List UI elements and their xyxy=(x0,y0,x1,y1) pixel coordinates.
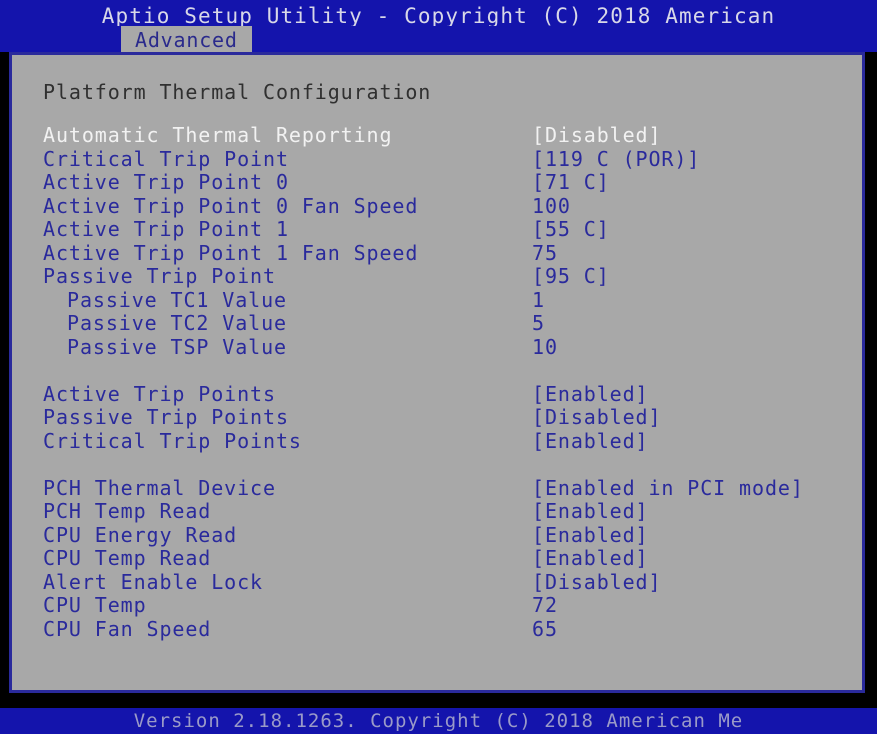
settings-row-label: Passive TC2 Value xyxy=(67,311,287,335)
settings-row[interactable]: Active Trip Point 0 Fan Speed 100 xyxy=(12,194,862,218)
settings-row-value[interactable]: 75 xyxy=(532,241,558,265)
settings-row-value[interactable]: [71 C] xyxy=(532,170,610,194)
settings-row[interactable]: Passive Trip Point [95 C] xyxy=(12,264,862,288)
tab-advanced[interactable]: Advanced xyxy=(121,26,252,54)
settings-row-value[interactable]: [Enabled in PCI mode] xyxy=(532,476,804,500)
settings-row-value[interactable]: [119 C (POR)] xyxy=(532,147,700,171)
settings-row-value[interactable]: 10 xyxy=(532,335,558,359)
settings-row-value[interactable]: [Enabled] xyxy=(532,499,648,523)
settings-row-spacer xyxy=(12,452,862,476)
settings-row-label: Passive TSP Value xyxy=(67,334,287,359)
settings-row-label: CPU Energy Read xyxy=(43,522,238,547)
settings-row-value[interactable]: [Enabled] xyxy=(532,523,648,547)
settings-row[interactable]: PCH Thermal Device [Enabled in PCI mode] xyxy=(12,476,862,500)
settings-row-value[interactable]: 72 xyxy=(532,593,558,617)
settings-row-label: CPU Temp Read xyxy=(43,546,212,570)
settings-row-value[interactable]: [Disabled] xyxy=(532,570,661,594)
settings-row-value[interactable]: [Disabled] xyxy=(532,123,661,147)
settings-row-label: Active Trip Point 0 xyxy=(43,170,289,194)
settings-row[interactable]: CPU Fan Speed 65 xyxy=(12,617,862,641)
settings-row-label: Passive Trip Point xyxy=(43,264,276,288)
settings-row[interactable]: CPU Temp 72 xyxy=(12,593,862,617)
settings-row[interactable]: Passive Trip Points [Disabled] xyxy=(12,405,862,429)
settings-row-selected[interactable]: Automatic Thermal Reporting [Disabled] xyxy=(12,123,862,147)
settings-row-label: Automatic Thermal Reporting xyxy=(43,123,393,147)
settings-row-label: CPU Temp xyxy=(43,593,147,617)
settings-row-spacer xyxy=(12,358,862,382)
section-heading: Platform Thermal Configuration xyxy=(43,80,432,104)
settings-row[interactable]: Active Trip Points [Enabled] xyxy=(12,382,862,406)
bios-setup-screen: Aptio Setup Utility - Copyright (C) 2018… xyxy=(0,0,877,734)
version-text: Version 2.18.1263. Copyright (C) 2018 Am… xyxy=(133,710,744,732)
settings-row-label: CPU Fan Speed xyxy=(43,616,212,641)
settings-panel: Platform Thermal Configuration Automatic… xyxy=(9,52,865,693)
settings-row-value[interactable]: [Enabled] xyxy=(532,546,648,570)
footer-bar: Version 2.18.1263. Copyright (C) 2018 Am… xyxy=(0,708,877,734)
settings-row[interactable]: Active Trip Point 1 [55 C] xyxy=(12,217,862,241)
settings-panel-inner: Platform Thermal Configuration Automatic… xyxy=(12,55,862,690)
settings-row-label: Active Trip Points xyxy=(43,381,276,406)
settings-row-value[interactable]: 100 xyxy=(532,194,571,218)
settings-row[interactable]: Active Trip Point 0 [71 C] xyxy=(12,170,862,194)
settings-row-label: Critical Trip Points xyxy=(43,428,302,453)
settings-row[interactable]: Passive TSP Value 10 xyxy=(12,335,862,359)
settings-row-label: Passive Trip Points xyxy=(43,405,289,429)
settings-row-value[interactable]: [Enabled] xyxy=(532,429,648,453)
settings-row-value[interactable]: [Disabled] xyxy=(532,405,661,429)
settings-row[interactable]: Passive TC1 Value 1 xyxy=(12,288,862,312)
settings-row[interactable]: Passive TC2 Value 5 xyxy=(12,311,862,335)
settings-row-label: Active Trip Point 1 xyxy=(43,217,289,241)
settings-row[interactable]: Critical Trip Points [Enabled] xyxy=(12,429,862,453)
tab-strip: Advanced xyxy=(0,26,877,54)
settings-row-label: Active Trip Point 1 Fan Speed xyxy=(43,240,419,265)
settings-row-value[interactable]: 1 xyxy=(532,288,545,312)
settings-row-label: Alert Enable Lock xyxy=(43,569,263,594)
settings-row[interactable]: Critical Trip Point [119 C (POR)] xyxy=(12,147,862,171)
settings-row-label: Active Trip Point 0 Fan Speed xyxy=(43,193,419,218)
settings-row-value[interactable]: [55 C] xyxy=(532,217,610,241)
settings-row-label: PCH Temp Read xyxy=(43,499,212,523)
settings-row[interactable]: Active Trip Point 1 Fan Speed 75 xyxy=(12,241,862,265)
settings-row-value[interactable]: [Enabled] xyxy=(532,382,648,406)
settings-row[interactable]: CPU Energy Read [Enabled] xyxy=(12,523,862,547)
settings-row-list: Automatic Thermal Reporting [Disabled] Cri… xyxy=(12,123,862,641)
settings-row-label: Passive TC1 Value xyxy=(67,287,287,312)
settings-row-label: PCH Thermal Device xyxy=(43,475,276,500)
settings-row[interactable]: PCH Temp Read [Enabled] xyxy=(12,499,862,523)
settings-row[interactable]: CPU Temp Read [Enabled] xyxy=(12,546,862,570)
settings-row-value[interactable]: [95 C] xyxy=(532,264,610,288)
settings-row-label: Critical Trip Point xyxy=(43,146,289,171)
settings-row[interactable]: Alert Enable Lock [Disabled] xyxy=(12,570,862,594)
settings-row-value[interactable]: 5 xyxy=(532,311,545,335)
settings-row-value[interactable]: 65 xyxy=(532,617,558,641)
